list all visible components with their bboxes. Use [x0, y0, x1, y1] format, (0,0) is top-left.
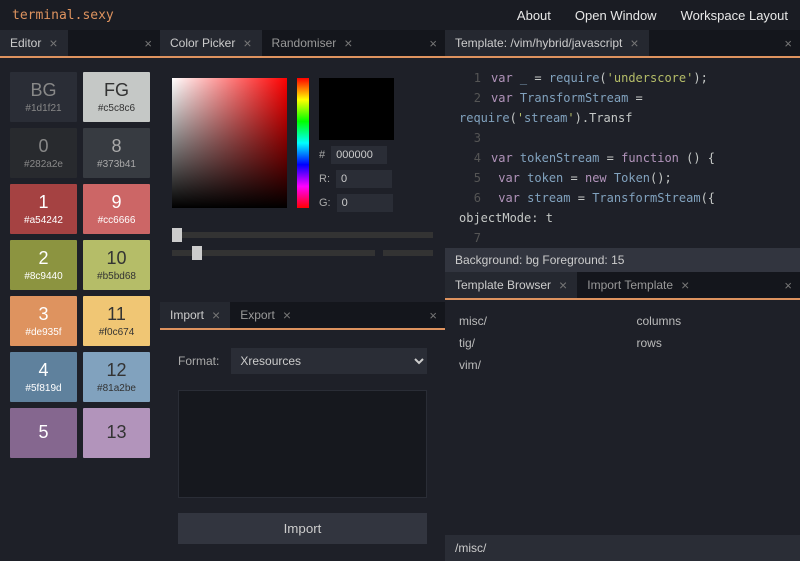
swatch-0[interactable]: 0#282a2e: [10, 128, 77, 178]
hue-slider[interactable]: [297, 78, 309, 208]
saturation-field[interactable]: [172, 78, 287, 208]
g-label: G:: [319, 197, 331, 209]
close-icon[interactable]: ×: [630, 35, 638, 51]
close-icon[interactable]: ×: [212, 307, 220, 323]
close-icon[interactable]: ×: [784, 36, 792, 51]
browser-item[interactable]: misc/: [459, 310, 609, 332]
tab-editor[interactable]: Editor ×: [0, 30, 68, 56]
import-textarea[interactable]: [178, 390, 427, 498]
browser-item[interactable]: rows: [637, 332, 787, 354]
r-input[interactable]: [336, 170, 392, 188]
close-icon[interactable]: ×: [559, 277, 567, 293]
swatch-8[interactable]: 8#373b41: [83, 128, 150, 178]
swatch-BG[interactable]: BG#1d1f21: [10, 72, 77, 122]
slider[interactable]: [172, 232, 433, 238]
format-select[interactable]: Xresources: [231, 348, 427, 374]
code-line: 6 var stream = TransformStream({ objectM…: [459, 188, 786, 228]
swatch-9[interactable]: 9#cc6666: [83, 184, 150, 234]
tab-editor-label: Editor: [10, 36, 41, 50]
nav-about[interactable]: About: [517, 8, 551, 23]
tab-template-browser[interactable]: Template Browser ×: [445, 272, 577, 298]
hex-label: #: [319, 149, 325, 161]
browser-item[interactable]: tig/: [459, 332, 609, 354]
code-line: 3: [459, 128, 786, 148]
tab-template[interactable]: Template: /vim/hybrid/javascript ×: [445, 30, 649, 56]
swatch-2[interactable]: 2#8c9440: [10, 240, 77, 290]
code-line: 2var TransformStream = require('stream')…: [459, 88, 786, 128]
tab-randomiser[interactable]: Randomiser ×: [262, 30, 363, 56]
tab-label: Color Picker: [170, 36, 235, 50]
status-bar: Background: bg Foreground: 15: [445, 248, 800, 272]
tab-label: Import Template: [587, 278, 673, 292]
nav-workspace-layout[interactable]: Workspace Layout: [681, 8, 788, 23]
hex-input[interactable]: [331, 146, 387, 164]
swatch-5[interactable]: 5: [10, 408, 77, 458]
code-line: 5 var token = new Token();: [459, 168, 786, 188]
format-label: Format:: [178, 354, 219, 368]
tab-label: Template: /vim/hybrid/javascript: [455, 36, 622, 50]
close-icon[interactable]: ×: [283, 307, 291, 323]
brand: terminal.sexy: [12, 8, 114, 23]
close-icon[interactable]: ×: [429, 308, 437, 323]
tab-label: Randomiser: [272, 36, 337, 50]
slider[interactable]: [172, 250, 375, 256]
swatch-4[interactable]: 4#5f819d: [10, 352, 77, 402]
close-icon[interactable]: ×: [243, 35, 251, 51]
import-button[interactable]: Import: [178, 513, 427, 544]
swatch-13[interactable]: 13: [83, 408, 150, 458]
close-icon[interactable]: ×: [144, 36, 152, 51]
browser-item[interactable]: columns: [637, 310, 787, 332]
g-input[interactable]: [337, 194, 393, 212]
swatch-FG[interactable]: FG#c5c8c6: [83, 72, 150, 122]
close-icon[interactable]: ×: [681, 277, 689, 293]
tab-label: Import: [170, 308, 204, 322]
tab-import[interactable]: Import ×: [160, 302, 230, 328]
swatch-12[interactable]: 12#81a2be: [83, 352, 150, 402]
nav-open-window[interactable]: Open Window: [575, 8, 657, 23]
code-line: 4var tokenStream = function () {: [459, 148, 786, 168]
swatch-11[interactable]: 11#f0c674: [83, 296, 150, 346]
color-preview: [319, 78, 394, 140]
path-bar: /misc/: [445, 535, 800, 561]
slider[interactable]: [383, 250, 433, 256]
code-line: 1var _ = require('underscore');: [459, 68, 786, 88]
close-icon[interactable]: ×: [784, 278, 792, 293]
tab-label: Template Browser: [455, 278, 551, 292]
swatch-1[interactable]: 1#a54242: [10, 184, 77, 234]
code-line: 7: [459, 228, 786, 248]
tab-color-picker[interactable]: Color Picker ×: [160, 30, 262, 56]
tab-label: Export: [240, 308, 275, 322]
tab-import-template[interactable]: Import Template ×: [577, 272, 699, 298]
close-icon[interactable]: ×: [344, 35, 352, 51]
browser-item[interactable]: vim/: [459, 354, 609, 376]
tab-export[interactable]: Export ×: [230, 302, 301, 328]
swatch-10[interactable]: 10#b5bd68: [83, 240, 150, 290]
swatch-3[interactable]: 3#de935f: [10, 296, 77, 346]
r-label: R:: [319, 173, 330, 185]
close-icon[interactable]: ×: [49, 35, 57, 51]
close-icon[interactable]: ×: [429, 36, 437, 51]
